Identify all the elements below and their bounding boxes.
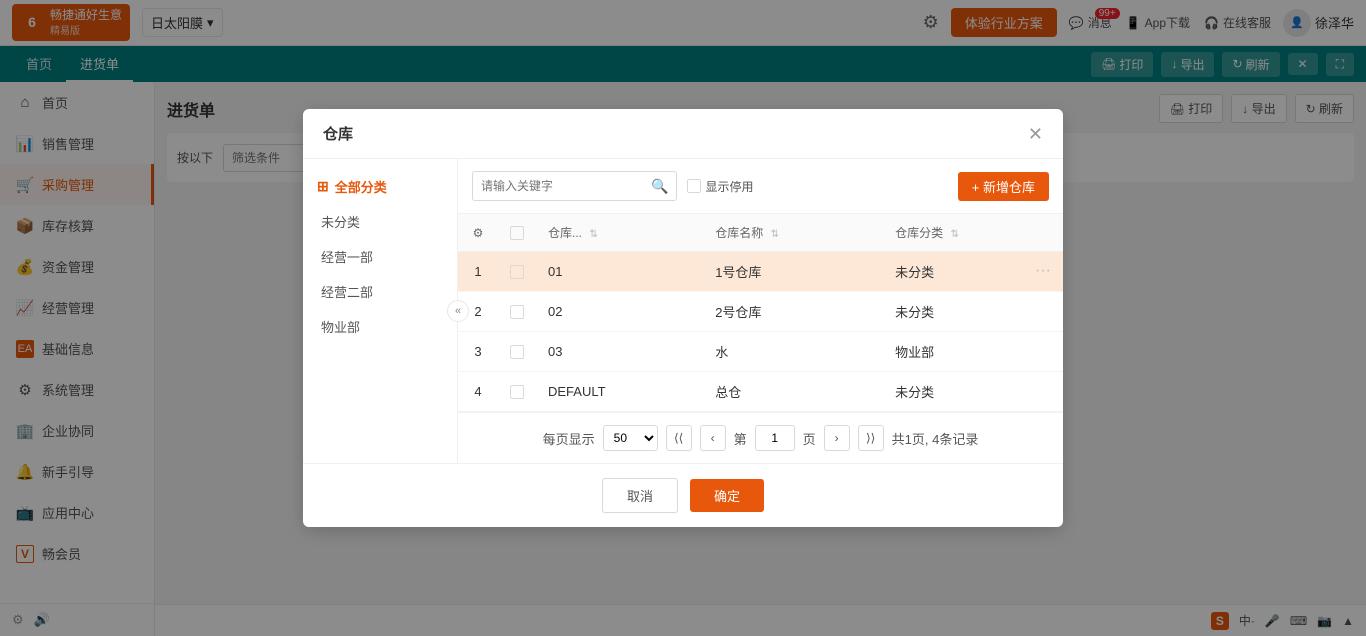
row4-checkbox[interactable] [510,385,524,399]
sort-name-icon: ⇅ [771,229,779,240]
row4-category: 未分类 [883,372,1063,412]
cancel-button[interactable]: 取消 [602,478,678,513]
row4-check [498,372,536,412]
row3-category: 物业部 [883,332,1063,372]
row1-category: 未分类 ··· [883,252,1063,292]
first-page-button[interactable]: ⟨⟨ [666,425,692,451]
search-button[interactable]: 🔍 [643,178,676,195]
row3-gear: 3 [458,332,498,372]
modal-header: 仓库 ✕ [303,109,1063,159]
category-item-operations1[interactable]: 经营一部 [303,239,457,274]
category-all-label: 全部分类 [335,177,387,196]
table-row[interactable]: 3 03 水 物业部 [458,332,1063,372]
prev-page-button[interactable]: ‹ [700,425,726,451]
sort-code-icon: ⇅ [589,229,597,240]
content-panel: 🔍 显示停用 + 新增仓库 ⚙ [458,159,1063,463]
table-header-row: ⚙ 仓库... ⇅ 仓库名称 ⇅ [458,214,1063,252]
per-page-select[interactable]: 50 10 20 100 [603,425,658,451]
page-input[interactable] [755,425,795,451]
row3-code: 03 [536,332,703,372]
row1-check [498,252,536,292]
page-suffix: 页 [803,429,816,448]
row1-gear: 1 [458,252,498,292]
row2-name: 2号仓库 [703,292,883,332]
content-toolbar: 🔍 显示停用 + 新增仓库 [458,159,1063,214]
confirm-button[interactable]: 确定 [690,479,764,512]
modal-body: ⊞ 全部分类 未分类 经营一部 经营二部 物业部 « 🔍 [303,159,1063,463]
col-gear: ⚙ [458,214,498,252]
row3-name: 水 [703,332,883,372]
category-item-uncategorized[interactable]: 未分类 [303,204,457,239]
category-item-operations2[interactable]: 经营二部 [303,274,457,309]
category-item-property[interactable]: 物业部 [303,309,457,344]
row4-gear: 4 [458,372,498,412]
category-all-icon: ⊞ [317,178,329,195]
modal-title: 仓库 [323,123,353,144]
row3-check [498,332,536,372]
sort-category-icon: ⇅ [950,229,958,240]
category-panel: ⊞ 全部分类 未分类 经营一部 经营二部 物业部 « [303,159,458,463]
per-page-label: 每页显示 [543,429,595,448]
category-all[interactable]: ⊞ 全部分类 [303,169,457,204]
col-check [498,214,536,252]
add-warehouse-button[interactable]: + 新增仓库 [958,172,1049,201]
row1-name: 1号仓库 [703,252,883,292]
row2-code: 02 [536,292,703,332]
header-checkbox[interactable] [510,226,524,240]
page-info: 共1页, 4条记录 [892,429,979,448]
table-row[interactable]: 4 DEFAULT 总仓 未分类 [458,372,1063,412]
page-label: 第 [734,429,747,448]
next-page-button[interactable]: › [824,425,850,451]
row1-code: 01 [536,252,703,292]
col-code: 仓库... ⇅ [536,214,703,252]
row1-more-icon[interactable]: ··· [1035,262,1051,280]
row2-checkbox[interactable] [510,305,524,319]
search-box: 🔍 [472,171,677,201]
col-name: 仓库名称 ⇅ [703,214,883,252]
row2-check [498,292,536,332]
category-collapse-button[interactable]: « [447,300,469,322]
modal-footer: 取消 确定 [303,463,1063,527]
modal-overlay: 仓库 ✕ ⊞ 全部分类 未分类 经营一部 经营二部 物业部 « [0,0,1366,636]
table-row[interactable]: 1 01 1号仓库 未分类 ··· [458,252,1063,292]
row2-category: 未分类 [883,292,1063,332]
show-disabled-label[interactable]: 显示停用 [687,178,753,195]
show-disabled-checkbox[interactable] [687,179,701,193]
row4-name: 总仓 [703,372,883,412]
col-category: 仓库分类 ⇅ [883,214,1063,252]
modal-close-button[interactable]: ✕ [1028,125,1043,143]
warehouse-modal: 仓库 ✕ ⊞ 全部分类 未分类 经营一部 经营二部 物业部 « [303,109,1063,527]
row3-checkbox[interactable] [510,345,524,359]
row4-code: DEFAULT [536,372,703,412]
table-row[interactable]: 2 02 2号仓库 未分类 [458,292,1063,332]
row1-checkbox[interactable] [510,265,524,279]
last-page-button[interactable]: ⟩⟩ [858,425,884,451]
show-disabled-text: 显示停用 [705,178,753,195]
search-input[interactable] [473,179,643,193]
warehouse-table: ⚙ 仓库... ⇅ 仓库名称 ⇅ [458,214,1063,412]
pagination: 每页显示 50 10 20 100 ⟨⟨ ‹ 第 页 › ⟩⟩ 共1页, 4条记… [458,412,1063,463]
table-wrapper: ⚙ 仓库... ⇅ 仓库名称 ⇅ [458,214,1063,412]
